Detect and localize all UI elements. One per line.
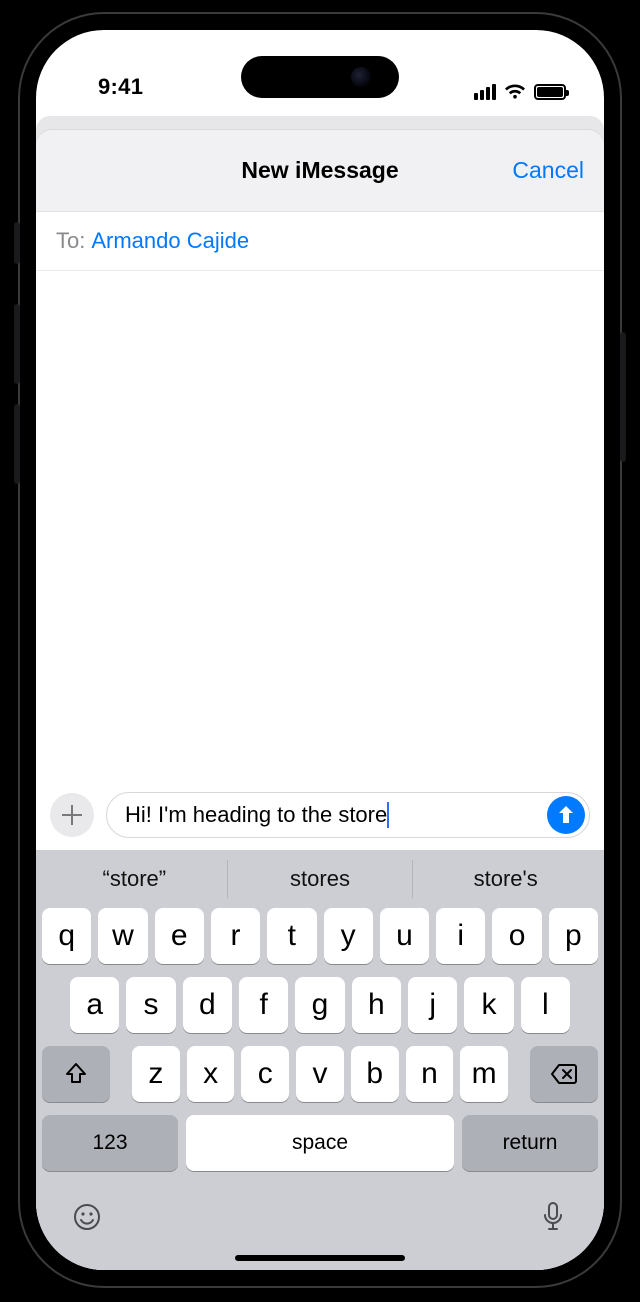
plus-button[interactable] xyxy=(50,793,94,837)
key-b[interactable]: b xyxy=(351,1046,399,1102)
key-k[interactable]: k xyxy=(464,977,513,1033)
text-caret xyxy=(387,802,389,828)
dictation-key[interactable] xyxy=(536,1200,570,1234)
volume-down-button xyxy=(14,404,20,484)
key-q[interactable]: q xyxy=(42,908,91,964)
key-y[interactable]: y xyxy=(324,908,373,964)
key-g[interactable]: g xyxy=(295,977,344,1033)
status-time: 9:41 xyxy=(98,74,143,100)
backspace-icon xyxy=(550,1063,578,1085)
nav-bar: New iMessage Cancel xyxy=(36,130,604,212)
key-f[interactable]: f xyxy=(239,977,288,1033)
power-button xyxy=(620,332,626,462)
side-button xyxy=(14,222,20,264)
keyboard-bottom-row xyxy=(42,1184,598,1238)
key-c[interactable]: c xyxy=(241,1046,289,1102)
prediction-0[interactable]: “store” xyxy=(42,860,227,898)
key-l[interactable]: l xyxy=(521,977,570,1033)
to-label: To: xyxy=(56,228,85,254)
modal-sheet: New iMessage Cancel To: Armando Cajide H… xyxy=(36,130,604,1270)
key-t[interactable]: t xyxy=(267,908,316,964)
key-p[interactable]: p xyxy=(549,908,598,964)
screen: 9:41 New iMessage Cancel To: Armando Caj… xyxy=(36,30,604,1270)
key-n[interactable]: n xyxy=(406,1046,454,1102)
message-input[interactable]: Hi! I'm heading to the store xyxy=(106,792,590,838)
shift-key[interactable] xyxy=(42,1046,110,1102)
key-o[interactable]: o xyxy=(492,908,541,964)
compose-bar: Hi! I'm heading to the store xyxy=(36,782,604,850)
phone-frame: 9:41 New iMessage Cancel To: Armando Caj… xyxy=(18,12,622,1288)
key-v[interactable]: v xyxy=(296,1046,344,1102)
prediction-bar: “store” stores store's xyxy=(42,860,598,898)
key-a[interactable]: a xyxy=(70,977,119,1033)
emoji-icon xyxy=(72,1202,102,1232)
dynamic-island xyxy=(241,56,399,98)
key-row-4: 123 space return xyxy=(42,1115,598,1171)
return-key[interactable]: return xyxy=(462,1115,598,1171)
mic-icon xyxy=(541,1201,565,1233)
message-text: Hi! I'm heading to the store xyxy=(125,802,387,828)
key-m[interactable]: m xyxy=(460,1046,508,1102)
key-h[interactable]: h xyxy=(352,977,401,1033)
keyboard: “store” stores store's q w e r t y u i o xyxy=(36,850,604,1246)
key-row-1: q w e r t y u i o p xyxy=(42,908,598,964)
key-row-3: z x c v b n m xyxy=(42,1046,598,1102)
backspace-key[interactable] xyxy=(530,1046,598,1102)
key-row-2: a s d f g h j k l xyxy=(42,977,598,1033)
battery-icon xyxy=(534,84,566,100)
numbers-key[interactable]: 123 xyxy=(42,1115,178,1171)
recipient-chip[interactable]: Armando Cajide xyxy=(91,228,249,254)
key-i[interactable]: i xyxy=(436,908,485,964)
send-button[interactable] xyxy=(547,796,585,834)
key-x[interactable]: x xyxy=(187,1046,235,1102)
home-indicator[interactable] xyxy=(36,1246,604,1270)
plus-icon xyxy=(61,804,83,826)
key-w[interactable]: w xyxy=(98,908,147,964)
space-key[interactable]: space xyxy=(186,1115,454,1171)
key-s[interactable]: s xyxy=(126,977,175,1033)
key-z[interactable]: z xyxy=(132,1046,180,1102)
to-field[interactable]: To: Armando Cajide xyxy=(36,212,604,271)
key-u[interactable]: u xyxy=(380,908,429,964)
prediction-2[interactable]: store's xyxy=(413,860,598,898)
arrow-up-icon xyxy=(557,805,575,825)
page-title: New iMessage xyxy=(241,157,398,184)
key-r[interactable]: r xyxy=(211,908,260,964)
prediction-1[interactable]: stores xyxy=(228,860,413,898)
volume-up-button xyxy=(14,304,20,384)
wifi-icon xyxy=(504,84,526,100)
cancel-button[interactable]: Cancel xyxy=(512,130,584,211)
key-j[interactable]: j xyxy=(408,977,457,1033)
shift-icon xyxy=(64,1062,88,1086)
cellular-icon xyxy=(474,84,496,100)
emoji-key[interactable] xyxy=(70,1200,104,1234)
conversation-area xyxy=(36,271,604,782)
key-e[interactable]: e xyxy=(155,908,204,964)
key-d[interactable]: d xyxy=(183,977,232,1033)
